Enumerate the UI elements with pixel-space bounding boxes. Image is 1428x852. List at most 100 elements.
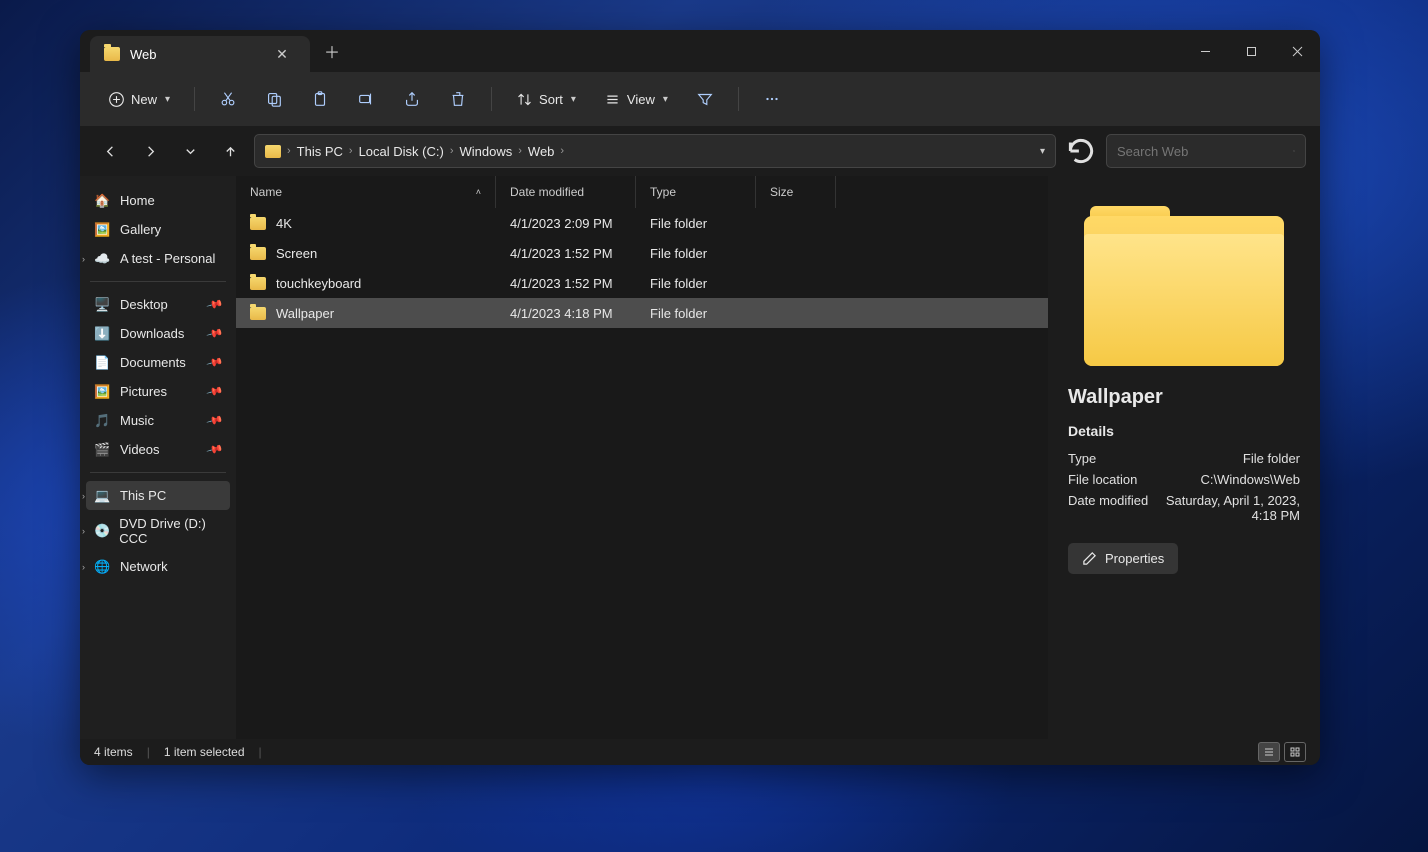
breadcrumb-thispc[interactable]: This PC [297, 144, 343, 159]
scissors-icon [219, 90, 237, 108]
sidebar-item-home[interactable]: 🏠Home [86, 186, 230, 215]
view-list-icon [604, 91, 621, 108]
downloads-icon: ⬇️ [94, 325, 111, 342]
paste-button[interactable] [301, 81, 339, 117]
recent-dropdown[interactable] [174, 135, 206, 167]
cut-button[interactable] [209, 81, 247, 117]
sidebar-item-dvd[interactable]: ›💿DVD Drive (D:) CCC [86, 510, 230, 552]
new-tab-button[interactable]: ＋ [318, 37, 346, 65]
file-explorer-window: Web ✕ ＋ New▾ Sort▾ View▾ [80, 30, 1320, 765]
folder-icon [250, 307, 266, 320]
filter-button[interactable] [686, 81, 724, 117]
chevron-right-icon[interactable]: › [82, 254, 85, 264]
search-input[interactable] [1117, 144, 1293, 159]
column-headers: Name˄ Date modified Type Size [236, 176, 1048, 208]
address-bar[interactable]: › This PC› Local Disk (C:)› Windows› Web… [254, 134, 1056, 168]
dvd-icon: 💿 [94, 523, 110, 540]
file-row[interactable]: Screen4/1/2023 1:52 PMFile folder [236, 238, 1048, 268]
documents-icon: 📄 [94, 354, 111, 371]
pin-icon[interactable]: 📌 [206, 353, 224, 371]
breadcrumb-disk[interactable]: Local Disk (C:) [359, 144, 444, 159]
ellipsis-icon [763, 90, 781, 108]
chevron-right-icon[interactable]: › [82, 562, 85, 572]
search-icon [1293, 144, 1295, 158]
file-row-selected[interactable]: Wallpaper4/1/2023 4:18 PMFile folder [236, 298, 1048, 328]
chevron-down-icon: ▾ [663, 94, 668, 105]
large-icons-view-button[interactable] [1284, 742, 1306, 762]
sort-button[interactable]: Sort▾ [506, 83, 586, 116]
pin-icon[interactable]: 📌 [206, 382, 224, 400]
sidebar-item-music[interactable]: 🎵Music📌 [86, 406, 230, 435]
file-row[interactable]: 4K4/1/2023 2:09 PMFile folder [236, 208, 1048, 238]
sidebar-item-pictures[interactable]: 🖼️Pictures📌 [86, 377, 230, 406]
search-box[interactable] [1106, 134, 1306, 168]
sidebar-item-videos[interactable]: 🎬Videos📌 [86, 435, 230, 464]
pin-icon[interactable]: 📌 [206, 295, 224, 313]
breadcrumb-windows[interactable]: Windows [460, 144, 513, 159]
onedrive-icon: ☁️ [94, 250, 111, 267]
plus-circle-icon [108, 91, 125, 108]
chevron-right-icon[interactable]: › [82, 491, 85, 501]
sidebar-item-gallery[interactable]: 🖼️Gallery [86, 215, 230, 244]
titlebar: Web ✕ ＋ [80, 30, 1320, 72]
sidebar-item-documents[interactable]: 📄Documents📌 [86, 348, 230, 377]
sidebar-item-personal[interactable]: ›☁️A test - Personal [86, 244, 230, 273]
tab-title: Web [130, 47, 258, 62]
network-icon: 🌐 [94, 558, 111, 575]
maximize-button[interactable] [1228, 30, 1274, 72]
refresh-button[interactable] [1064, 134, 1098, 168]
properties-button[interactable]: Properties [1068, 543, 1178, 574]
sidebar-item-downloads[interactable]: ⬇️Downloads📌 [86, 319, 230, 348]
videos-icon: 🎬 [94, 441, 111, 458]
pin-icon[interactable]: 📌 [206, 324, 224, 342]
chevron-down-icon: ▾ [571, 94, 576, 105]
copy-button[interactable] [255, 81, 293, 117]
column-name[interactable]: Name˄ [236, 176, 496, 208]
pictures-icon: 🖼️ [94, 383, 111, 400]
sidebar: 🏠Home 🖼️Gallery ›☁️A test - Personal 🖥️D… [80, 176, 236, 739]
toolbar: New▾ Sort▾ View▾ [80, 72, 1320, 126]
folder-icon [250, 277, 266, 290]
column-size[interactable]: Size [756, 176, 836, 208]
sidebar-item-network[interactable]: ›🌐Network [86, 552, 230, 581]
sidebar-item-thispc[interactable]: ›💻This PC [86, 481, 230, 510]
chevron-down-icon[interactable]: ▾ [1040, 146, 1045, 157]
share-icon [403, 90, 421, 108]
share-button[interactable] [393, 81, 431, 117]
pin-icon[interactable]: 📌 [206, 411, 224, 429]
details-header: Details [1068, 423, 1300, 439]
clipboard-icon [311, 90, 329, 108]
desktop-icon: 🖥️ [94, 296, 111, 313]
chevron-down-icon: ▾ [165, 94, 170, 105]
column-modified[interactable]: Date modified [496, 176, 636, 208]
back-button[interactable] [94, 135, 126, 167]
details-pane: Wallpaper Details TypeFile folder File l… [1048, 176, 1320, 739]
browser-tab[interactable]: Web ✕ [90, 36, 310, 72]
pin-icon[interactable]: 📌 [206, 440, 224, 458]
up-button[interactable] [214, 135, 246, 167]
status-selected-count: 1 item selected [164, 745, 245, 759]
file-row[interactable]: touchkeyboard4/1/2023 1:52 PMFile folder [236, 268, 1048, 298]
details-title: Wallpaper [1068, 386, 1300, 409]
sidebar-item-desktop[interactable]: 🖥️Desktop📌 [86, 290, 230, 319]
rename-icon [357, 90, 375, 108]
close-tab-button[interactable]: ✕ [268, 40, 296, 68]
new-button[interactable]: New▾ [98, 83, 180, 116]
chevron-right-icon[interactable]: › [82, 526, 85, 536]
rename-button[interactable] [347, 81, 385, 117]
column-type[interactable]: Type [636, 176, 756, 208]
view-button[interactable]: View▾ [594, 83, 678, 116]
minimize-button[interactable] [1182, 30, 1228, 72]
navbar: › This PC› Local Disk (C:)› Windows› Web… [80, 126, 1320, 176]
body: 🏠Home 🖼️Gallery ›☁️A test - Personal 🖥️D… [80, 176, 1320, 739]
sort-icon [516, 91, 533, 108]
forward-button[interactable] [134, 135, 166, 167]
close-window-button[interactable] [1274, 30, 1320, 72]
more-button[interactable] [753, 81, 791, 117]
details-view-button[interactable] [1258, 742, 1280, 762]
folder-icon [250, 217, 266, 230]
gallery-icon: 🖼️ [94, 221, 111, 238]
breadcrumb-web[interactable]: Web [528, 144, 555, 159]
trash-icon [449, 90, 467, 108]
delete-button[interactable] [439, 81, 477, 117]
